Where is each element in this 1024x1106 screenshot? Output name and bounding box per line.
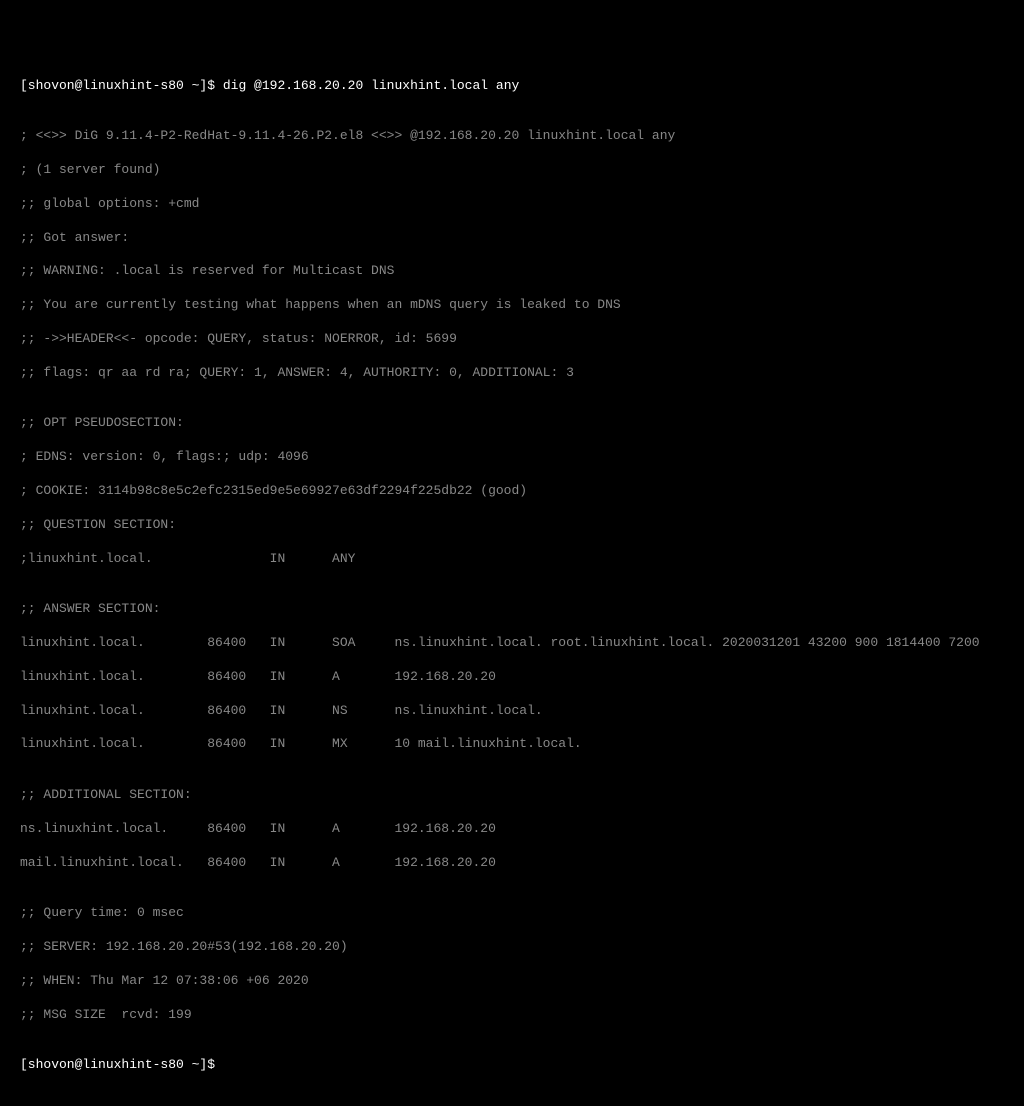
warning-line: ;; WARNING: .local is reserved for Multi… [20, 263, 1004, 280]
dig-command: dig @192.168.20.20 linuxhint.local any [223, 78, 519, 93]
query-time-line: ;; Query time: 0 msec [20, 905, 1004, 922]
answer-soa-record: linuxhint.local. 86400 IN SOA ns.linuxhi… [20, 635, 1004, 652]
command-line[interactable]: [shovon@linuxhint-s80 ~]$ dig @192.168.2… [20, 78, 1004, 95]
msg-size-line: ;; MSG SIZE rcvd: 199 [20, 1007, 1004, 1024]
question-record: ;linuxhint.local. IN ANY [20, 551, 1004, 568]
opt-pseudosection-header: ;; OPT PSEUDOSECTION: [20, 415, 1004, 432]
answer-section-header: ;; ANSWER SECTION: [20, 601, 1004, 618]
answer-ns-record: linuxhint.local. 86400 IN NS ns.linuxhin… [20, 703, 1004, 720]
additional-section-header: ;; ADDITIONAL SECTION: [20, 787, 1004, 804]
answer-a-record: linuxhint.local. 86400 IN A 192.168.20.2… [20, 669, 1004, 686]
shell-prompt: [shovon@linuxhint-s80 ~]$ [20, 78, 223, 93]
dig-version-line: ; <<>> DiG 9.11.4-P2-RedHat-9.11.4-26.P2… [20, 128, 1004, 145]
edns-line: ; EDNS: version: 0, flags:; udp: 4096 [20, 449, 1004, 466]
header-opcode-line: ;; ->>HEADER<<- opcode: QUERY, status: N… [20, 331, 1004, 348]
server-line: ;; SERVER: 192.168.20.20#53(192.168.20.2… [20, 939, 1004, 956]
additional-mail-record: mail.linuxhint.local. 86400 IN A 192.168… [20, 855, 1004, 872]
answer-mx-record: linuxhint.local. 86400 IN MX 10 mail.lin… [20, 736, 1004, 753]
got-answer-line: ;; Got answer: [20, 230, 1004, 247]
cookie-line: ; COOKIE: 3114b98c8e5c2efc2315ed9e5e6992… [20, 483, 1004, 500]
shell-prompt-idle[interactable]: [shovon@linuxhint-s80 ~]$ [20, 1057, 1004, 1074]
global-options-line: ;; global options: +cmd [20, 196, 1004, 213]
question-section-header: ;; QUESTION SECTION: [20, 517, 1004, 534]
server-found-line: ; (1 server found) [20, 162, 1004, 179]
flags-line: ;; flags: qr aa rd ra; QUERY: 1, ANSWER:… [20, 365, 1004, 382]
when-line: ;; WHEN: Thu Mar 12 07:38:06 +06 2020 [20, 973, 1004, 990]
additional-ns-record: ns.linuxhint.local. 86400 IN A 192.168.2… [20, 821, 1004, 838]
mdns-note-line: ;; You are currently testing what happen… [20, 297, 1004, 314]
